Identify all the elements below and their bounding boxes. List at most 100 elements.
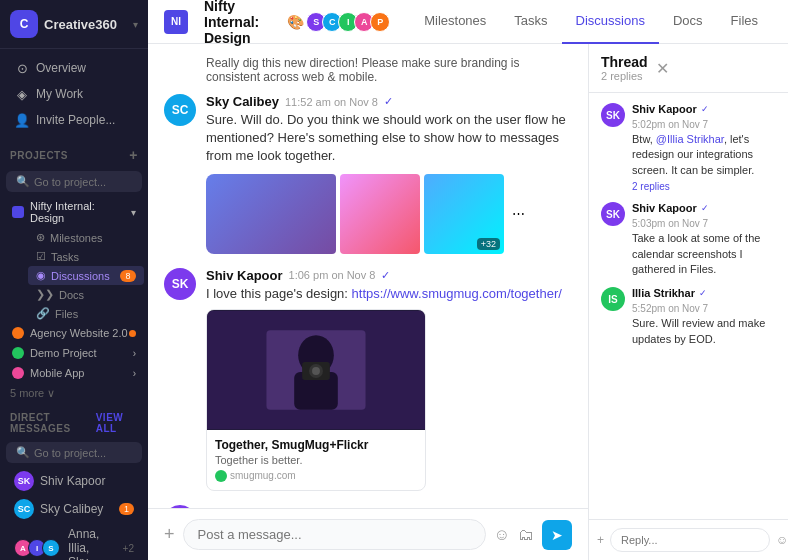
message-author-2: Shiv Kapoor <box>206 268 283 283</box>
tab-files[interactable]: Files <box>717 0 772 44</box>
preview-desc: Together is better. <box>215 454 417 466</box>
project-item-agency[interactable]: Agency Website 2.0 <box>4 323 144 343</box>
chevron-icon: › <box>133 368 136 379</box>
view-all-link[interactable]: View all <box>96 412 138 434</box>
thread-text-1: Btw, @Illia Strikhar, let's redesign our… <box>632 132 776 178</box>
nifty-sub-items: ⊛ Milestones ☑ Tasks ◉ Discussions 8 ❯❯ … <box>0 228 148 323</box>
check-icon-t1: ✓ <box>701 104 709 114</box>
project-name-mobile: Mobile App <box>30 367 133 379</box>
chat-message-input[interactable] <box>183 519 486 550</box>
preview-title: Together, SmugMug+Flickr <box>215 438 417 452</box>
thread-plus-button[interactable]: + <box>597 533 604 547</box>
sidebar-item-tasks[interactable]: ☑ Tasks <box>28 247 144 266</box>
sidebar-item-milestones[interactable]: ⊛ Milestones <box>28 228 144 247</box>
dm-badge-sky: 1 <box>119 503 134 515</box>
nav-tabs: Milestones Tasks Discussions Docs Files <box>410 0 772 44</box>
check-icon-1: ✓ <box>384 95 393 108</box>
partial-message: Really dig this new direction! Please ma… <box>164 56 572 84</box>
app-logo-icon: C <box>10 10 38 38</box>
close-thread-button[interactable]: ✕ <box>656 59 669 78</box>
thread-panel: Thread 2 replies ✕ SK Shiv Kapoor ✓ 5:02… <box>588 44 788 560</box>
tasks-icon: ☑ <box>36 250 46 263</box>
tab-docs[interactable]: Docs <box>659 0 717 44</box>
message-header-1: Sky Calibey 11:52 am on Nov 8 ✓ <box>206 94 572 109</box>
thread-input-area: + ☺ 📎 <box>589 519 788 560</box>
thread-emoji-button[interactable]: ☺ <box>776 533 788 547</box>
attach-button[interactable]: + <box>164 524 175 545</box>
sidebar-item-label: Invite People... <box>36 113 134 127</box>
dm-search-input[interactable] <box>34 447 132 459</box>
project-name-agency: Agency Website 2.0 <box>30 327 129 339</box>
thread-author-2: Shiv Kapoor <box>632 202 697 214</box>
thread-avatar-2: SK <box>601 202 625 226</box>
avatar-shiv: SK <box>14 471 34 491</box>
sidebar-item-overview[interactable]: ⊙ Overview <box>4 55 144 81</box>
project-item-demo[interactable]: Demo Project › <box>4 343 144 363</box>
add-project-button[interactable]: + <box>129 147 138 163</box>
thread-msg-3: IS Illia Strikhar ✓ 5:52pm on Nov 7 Sure… <box>601 287 776 347</box>
project-item-nifty[interactable]: Nifty Internal: Design ▾ <box>4 196 144 228</box>
message-images-1: +32 ⋯ <box>206 174 572 254</box>
sidebar-item-files[interactable]: 🔗 Files <box>28 304 144 323</box>
member-avatar-5: P <box>370 12 390 32</box>
tab-tasks[interactable]: Tasks <box>500 0 561 44</box>
thread-replies-link-1[interactable]: 2 replies <box>632 181 776 192</box>
check-icon-2: ✓ <box>381 269 390 282</box>
project-search-input[interactable] <box>34 176 132 188</box>
chat-main: Really dig this new direction! Please ma… <box>148 44 588 560</box>
search-icon: 🔍 <box>16 446 30 459</box>
sidebar: C Creative360 ▾ ⊙ Overview ◈ My Work 👤 I… <box>0 0 148 560</box>
thread-time-2: 5:03pm on Nov 7 <box>632 218 708 229</box>
sidebar-item-my-work[interactable]: ◈ My Work <box>4 81 144 107</box>
image-2 <box>340 174 420 254</box>
image-more-icon[interactable]: ⋯ <box>508 174 528 254</box>
message-text-2: I love this page's design: https://www.s… <box>206 285 572 303</box>
message-header-2: Shiv Kapoor 1:06 pm on Nov 8 ✓ <box>206 268 572 283</box>
clip-icon[interactable]: 🗂 <box>518 526 534 544</box>
tab-discussions[interactable]: Discussions <box>562 0 659 44</box>
chat-wrapper: Really dig this new direction! Please ma… <box>148 44 788 560</box>
thread-reply-count: 2 replies <box>601 70 648 82</box>
top-nav: NI Nifty Internal: Design 🎨 S C I A P Mi… <box>148 0 788 44</box>
thread-title: Thread <box>601 54 648 70</box>
tab-milestones[interactable]: Milestones <box>410 0 500 44</box>
chevron-down-icon: ▾ <box>131 207 136 218</box>
docs-icon: ❯❯ <box>36 288 54 301</box>
plus-count: +2 <box>123 543 134 554</box>
dm-item-shiv[interactable]: SK Shiv Kapoor <box>4 467 144 495</box>
discussions-badge: 8 <box>120 270 136 282</box>
thread-msg-content-3: Illia Strikhar ✓ 5:52pm on Nov 7 Sure. W… <box>632 287 776 347</box>
send-button[interactable]: ➤ <box>542 520 572 550</box>
dm-section-header: DIRECT MESSAGES View all <box>0 404 148 438</box>
dm-item-group[interactable]: A I S Anna, Illia, Sky... +2 <box>4 523 144 560</box>
project-dot-agency <box>129 330 136 337</box>
thread-reply-input[interactable] <box>610 528 770 552</box>
project-item-mobile[interactable]: Mobile App › <box>4 363 144 383</box>
sidebar-nav: ⊙ Overview ◈ My Work 👤 Invite People... <box>0 49 148 139</box>
sidebar-item-invite[interactable]: 👤 Invite People... <box>4 107 144 133</box>
my-work-icon: ◈ <box>14 86 30 102</box>
chat-messages: Really dig this new direction! Please ma… <box>148 44 588 508</box>
image-3: +32 <box>424 174 504 254</box>
preview-url: smugmug.com <box>215 470 417 482</box>
dm-search[interactable]: 🔍 <box>6 442 142 463</box>
projects-more-link[interactable]: 5 more ∨ <box>0 383 148 404</box>
message-time-1: 11:52 am on Nov 8 <box>285 96 378 108</box>
chat-input-area: + ☺ 🗂 ➤ <box>148 508 588 560</box>
sidebar-item-label: My Work <box>36 87 134 101</box>
smugmug-link[interactable]: https://www.smugmug.com/together/ <box>352 286 562 301</box>
message-group-2: SK Shiv Kapoor 1:06 pm on Nov 8 ✓ I love… <box>164 268 572 491</box>
sidebar-logo[interactable]: C Creative360 ▾ <box>0 0 148 49</box>
thread-header: Thread 2 replies ✕ <box>589 44 788 93</box>
chevron-icon: › <box>133 348 136 359</box>
sidebar-item-discussions[interactable]: ◉ Discussions 8 <box>28 266 144 285</box>
sidebar-item-label: Overview <box>36 61 134 75</box>
avatar-sky: SC <box>14 499 34 519</box>
dm-item-sky[interactable]: SC Sky Calibey 1 <box>4 495 144 523</box>
thread-input-icons: ☺ 📎 <box>776 533 788 547</box>
sidebar-item-docs[interactable]: ❯❯ Docs <box>28 285 144 304</box>
thread-msg-content-1: Shiv Kapoor ✓ 5:02pm on Nov 7 Btw, @Illi… <box>632 103 776 192</box>
project-search[interactable]: 🔍 <box>6 171 142 192</box>
emoji-button[interactable]: ☺ <box>494 526 510 544</box>
files-icon: 🔗 <box>36 307 50 320</box>
